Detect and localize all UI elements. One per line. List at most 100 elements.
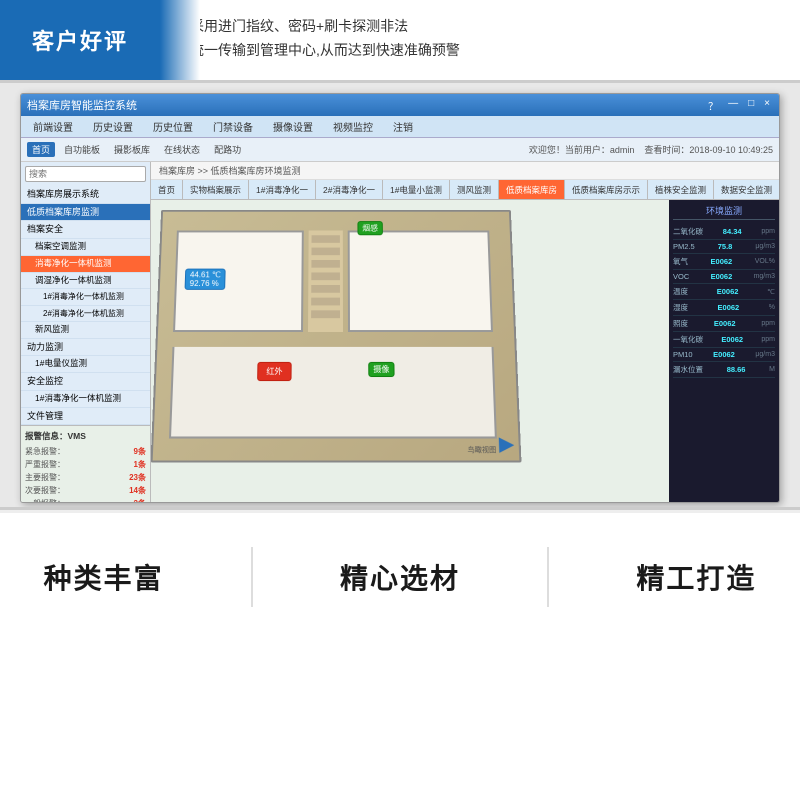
tree-item-ventilation[interactable]: 新风监测 [21,322,150,339]
menu-item-door[interactable]: 门禁设备 [207,117,259,136]
tree-item-disinfect[interactable]: 消毒净化一体机监测 [21,256,150,273]
tree-item-power[interactable]: 动力监测 [21,339,150,357]
staircase [308,231,343,332]
alert-count-critical: 9条 [134,446,146,457]
sw1-main: 档案库房 >> 低质档案库房环境监测 首页 实物档案展示 1#消毒净化一 2#消… [151,162,779,503]
nav-tab-low-archive[interactable]: 低质档案库房 [499,180,565,199]
env-row-pm10: PM10 E0062 μg/m3 [673,348,775,362]
env-label-pm10: PM10 [673,350,693,359]
env-value-temp: E0062 [717,287,739,296]
env-unit-voc: mg/m3 [754,273,775,280]
alert-count-minor: 14条 [129,485,146,496]
toolbar-welcome: 欢迎您！当前用户：admin [529,145,635,155]
env-value-pm25: 75.8 [718,242,733,251]
close-btn[interactable]: × [761,98,773,113]
toolbar-time: 查看时间：2018-09-10 10:49:25 [644,145,773,155]
env-label-co2: 二氧化碳 [673,226,703,237]
toolbar-tab-config[interactable]: 配路功 [209,142,246,157]
tree-item-dis2[interactable]: 2#消毒净化一体机监测 [21,306,150,322]
divider-1 [251,547,253,607]
menu-item-setup[interactable]: 前端设置 [27,117,79,136]
toolbar-tab-online[interactable]: 在线状态 [159,142,205,157]
nav-tab-wind[interactable]: 测风监测 [450,180,499,199]
nav-arrow[interactable]: ▶ [499,433,514,455]
nav-tab-electric[interactable]: 1#电量小监测 [383,180,450,199]
floor-plan-base: 44.61 ℃92.76 % 烟感 红外 摄像 ▶ 鸟瞰视图 [151,210,521,463]
min-btn[interactable]: — [725,98,741,113]
menu-item-camera[interactable]: 摄像设置 [267,117,319,136]
tree-item-ac[interactable]: 档案空调监测 [21,239,150,256]
nav-tab-dis2[interactable]: 2#消毒净化一 [316,180,383,199]
camera-sensor: 摄像 [368,362,394,377]
banner-line2: 统一传输到管理中心,从而达到快速准确预警 [180,40,780,60]
titlebar-1: 档案库房智能监控系统 ？ — □ × [21,94,779,116]
env-unit-co2: ppm [761,228,775,235]
alert-count-major: 23条 [129,472,146,483]
toolbar-tab-home[interactable]: 首页 [27,142,55,157]
menu-item-location[interactable]: 历史位置 [147,117,199,136]
env-unit-co: ppm [761,336,775,343]
question-btn[interactable]: ？ [705,98,721,113]
env-value-light: E0062 [714,319,736,328]
toolbar-right: 欢迎您！当前用户：admin 查看时间：2018-09-10 10:49:25 [529,143,773,156]
nav-tab-home[interactable]: 首页 [151,180,183,199]
alert-count-general: 2条 [134,498,146,503]
banner-line1: 采用进门指纹、密码+刷卡探测非法 [180,16,780,36]
search-input[interactable] [25,166,146,182]
menu-item-logout[interactable]: 注销 [387,117,419,136]
tree-item-file-mgmt[interactable]: 文件管理 [21,408,150,426]
env-unit-humid: % [769,304,775,311]
menu-item-video[interactable]: 视频监控 [327,117,379,136]
alert-header: 报警信息：VMS [25,430,146,442]
env-value-water: 88.66 [727,365,746,374]
nav-tab-data-safety[interactable]: 数据安全监测 [714,180,779,199]
customer-review-label: 客户好评 [32,24,128,56]
tree-item-low-archive[interactable]: 低质档案库房监测 [21,204,150,222]
env-unit-temp: ℃ [767,288,775,296]
sw1-body: 档案库房展示系统 低质档案库房监测 档案安全 档案空调监测 消毒净化一体机监测 … [21,162,779,503]
toolbar-tab-photo[interactable]: 摄影板库 [109,142,155,157]
tree-item-safety[interactable]: 安全监控 [21,373,150,391]
tree-item-safety1[interactable]: 1#消毒净化一体机监测 [21,391,150,408]
alert-label-critical: 紧急报警： [25,446,65,457]
env-row-humid: 湿度 E0062 % [673,300,775,316]
alert-row-general: 一般报警： 2条 [25,497,146,503]
toolbar-tab-func[interactable]: 自功能板 [59,142,105,157]
titlebar-buttons: ？ — □ × [705,98,773,113]
breadcrumb-text: 档案库房 >> 低质档案库房环境监测 [159,164,301,177]
nav-tab-plant-safety[interactable]: 植株安全监测 [648,180,714,199]
alert-row-major: 主要报警： 23条 [25,471,146,484]
alert-panel: 报警信息：VMS 紧急报警： 9条 严重报警： 1条 主要报警： 23条 次要 [21,425,150,503]
tree-item-power1[interactable]: 1#电量仪监测 [21,356,150,373]
tree-item-dis1[interactable]: 1#消毒净化一体机监测 [21,289,150,305]
env-row-voc: VOC E0062 mg/m3 [673,270,775,284]
tree-item-archive-system[interactable]: 档案库房展示系统 [21,186,150,204]
env-label-humid: 湿度 [673,302,688,313]
alert-row-critical: 紧急报警： 9条 [25,445,146,458]
alert-label-general: 一般报警： [25,498,65,503]
menu-item-history[interactable]: 历史设置 [87,117,139,136]
env-title: 环境监测 [673,204,775,220]
env-unit-light: ppm [761,320,775,327]
env-row-temp: 温度 E0062 ℃ [673,284,775,300]
right-room [348,231,493,332]
env-value-pm10: E0062 [713,350,735,359]
env-label-temp: 温度 [673,286,688,297]
slogan-craft: 精工打造 [636,557,756,597]
alert-row-severe: 严重报警： 1条 [25,458,146,471]
alert-label-severe: 严重报警： [25,459,65,470]
env-value-humid: E0062 [718,303,740,312]
tree-item-humid[interactable]: 调湿净化一体机监测 [21,273,150,290]
env-value-co: E0062 [721,335,743,344]
env-label-water: 漏水位置 [673,364,703,375]
nav-tab-low-display[interactable]: 低质档案库房示示 [565,180,648,199]
divider-2 [547,547,549,607]
temp-humidity-sensor: 44.61 ℃92.76 % [185,269,226,290]
max-btn[interactable]: □ [745,98,757,113]
floor-plan-container: 44.61 ℃92.76 % 烟感 红外 摄像 ▶ 鸟瞰视图 [156,205,526,475]
sw1-content: 44.61 ℃92.76 % 烟感 红外 摄像 ▶ 鸟瞰视图 [151,200,779,503]
nav-tab-archive-display[interactable]: 实物档案展示 [183,180,249,199]
tree-item-security[interactable]: 档案安全 [21,221,150,239]
env-label-pm25: PM2.5 [673,242,695,251]
nav-tab-dis1[interactable]: 1#消毒净化一 [249,180,316,199]
